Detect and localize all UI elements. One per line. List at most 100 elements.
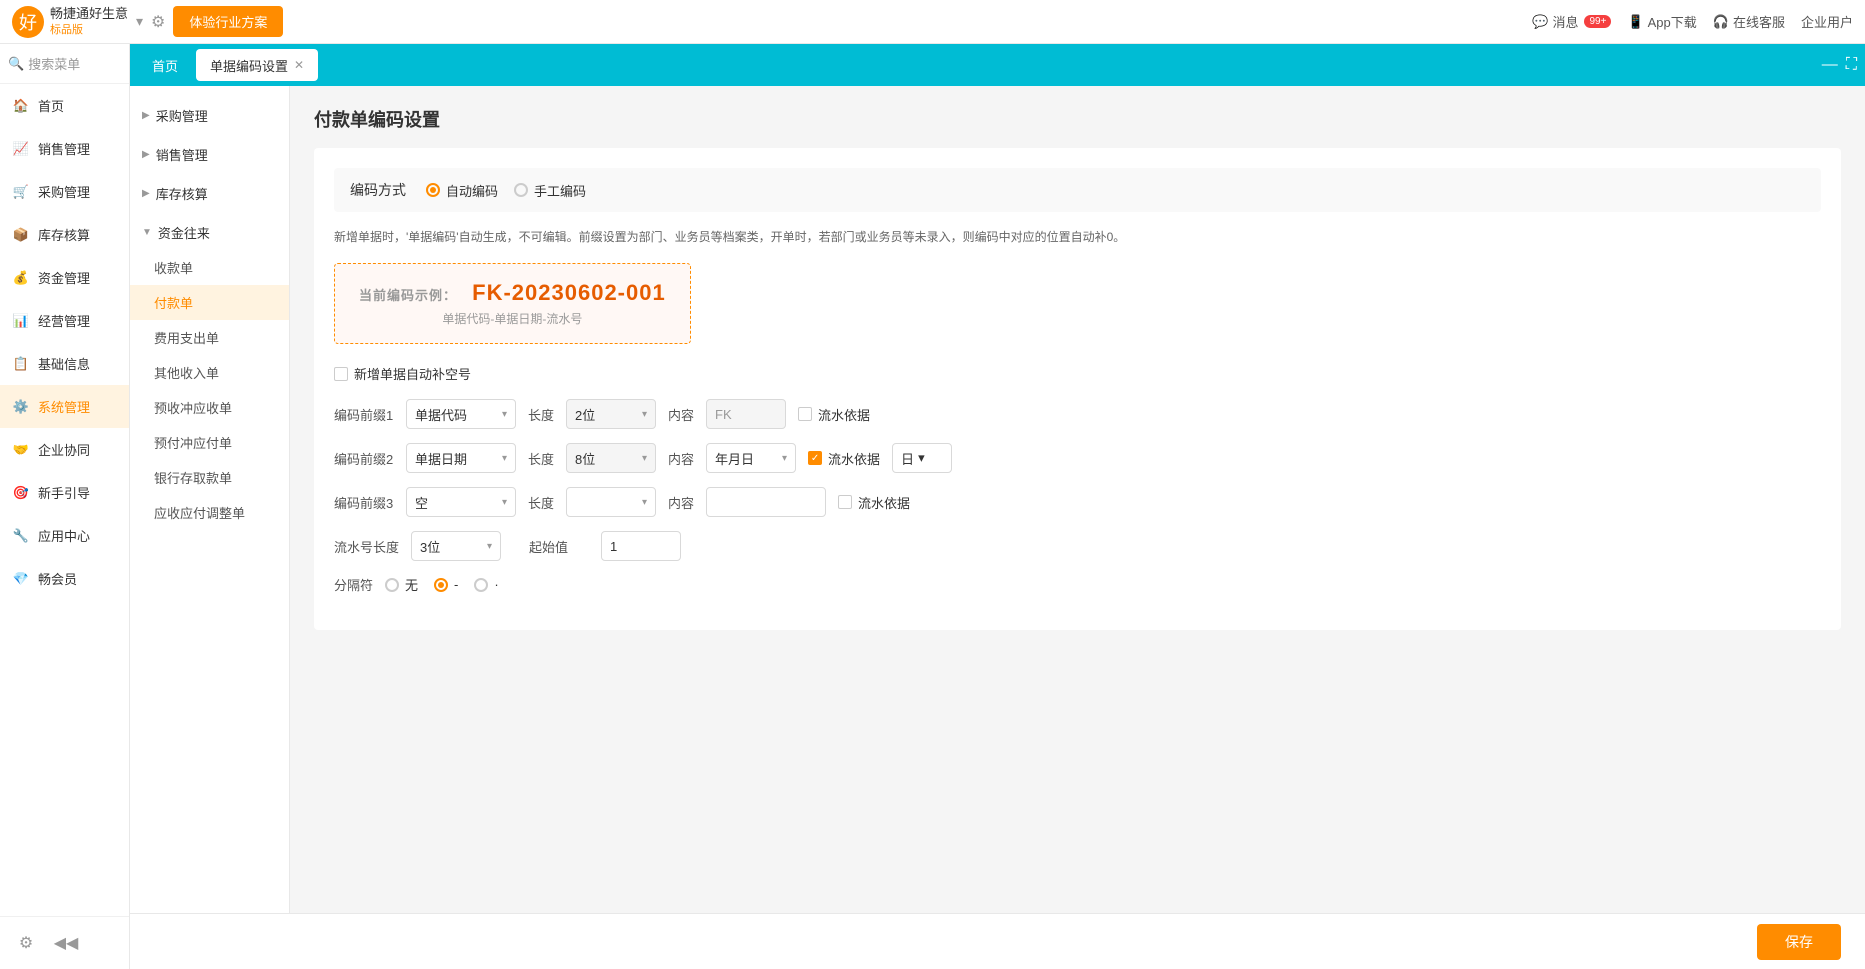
- tab-home-label: 首页: [152, 56, 178, 75]
- serial-length-row: 流水号长度 3位 ▾ 起始值: [334, 531, 1821, 561]
- tab-bar-controls: — ⛶: [1822, 56, 1857, 74]
- sidebar-item-collab[interactable]: 🤝 企业协同: [0, 428, 129, 471]
- serial-checkbox-box-2: ✓: [808, 451, 822, 465]
- sub-group-capital-header[interactable]: ▼ 资金往来: [130, 215, 289, 250]
- msg-item[interactable]: 💬 消息 99+: [1532, 12, 1611, 31]
- serial-checkbox-3[interactable]: 流水依据: [838, 493, 910, 512]
- serial-length-select[interactable]: 3位 ▾: [411, 531, 501, 561]
- sub-menu-other-income[interactable]: 其他收入单: [130, 355, 289, 390]
- sep-dot2-label: ·: [494, 577, 498, 592]
- sep-radio-group: 无 - ·: [385, 575, 499, 594]
- service-item[interactable]: 🎧 在线客服: [1713, 12, 1785, 31]
- sidebar-item-system[interactable]: ⚙️ 系统管理: [0, 385, 129, 428]
- chevron-down-icon[interactable]: ▾: [136, 13, 143, 30]
- sidebar-item-guide[interactable]: 🎯 新手引导: [0, 471, 129, 514]
- sub-group-inventory-header[interactable]: ▶ 库存核算: [130, 176, 289, 211]
- sub-group-sales-header[interactable]: ▶ 销售管理: [130, 137, 289, 172]
- sub-menu-adjust[interactable]: 应收应付调整单: [130, 495, 289, 530]
- code-example-box: 当前编码示例： FK-20230602-001 单据代码-单据日期-流水号: [334, 263, 691, 344]
- serial-label-1: 流水依据: [818, 405, 870, 424]
- app-download[interactable]: 📱 App下载: [1627, 12, 1696, 31]
- content-input-3[interactable]: [706, 487, 826, 517]
- sep-none[interactable]: 无: [385, 575, 418, 594]
- code-example-value: FK-20230602-001: [472, 280, 666, 305]
- chevron-right-icon: ▶: [142, 110, 150, 121]
- sep-dot[interactable]: -: [434, 577, 458, 592]
- prefix-row-1: 编码前缀1 单据代码 ▾ 长度 2位 ▾ 内容: [334, 399, 1821, 429]
- purchase-icon: 🛒: [12, 183, 30, 201]
- sidebar-item-basic[interactable]: 📋 基础信息: [0, 342, 129, 385]
- code-prefix-label: 当前编码示例：: [359, 288, 457, 303]
- chevron-down-icon: ▼: [142, 227, 152, 238]
- sidebar-item-vip[interactable]: 💎 畅会员: [0, 557, 129, 600]
- length-select-3[interactable]: ▾: [566, 487, 656, 517]
- tab-close-icon[interactable]: ✕: [294, 58, 304, 72]
- gear-icon[interactable]: ⚙: [151, 12, 165, 32]
- sidebar-item-inventory[interactable]: 📦 库存核算: [0, 213, 129, 256]
- length-val-1: 2位: [575, 405, 638, 424]
- app-label: App下载: [1648, 12, 1697, 31]
- serial-checkbox-1[interactable]: 流水依据: [798, 405, 870, 424]
- radio-auto[interactable]: 自动编码: [426, 181, 498, 200]
- sidebar-item-label: 企业协同: [38, 440, 90, 459]
- sub-group-label: 采购管理: [156, 106, 208, 125]
- settings-btn[interactable]: ⚙: [10, 927, 42, 959]
- minimize-icon[interactable]: —: [1822, 56, 1838, 74]
- industry-btn[interactable]: 体验行业方案: [173, 6, 283, 37]
- tab-home[interactable]: 首页: [138, 49, 192, 81]
- prefix-select-3[interactable]: 空 ▾: [406, 487, 516, 517]
- user-name[interactable]: 企业用户: [1801, 12, 1853, 31]
- sidebar-item-finance[interactable]: 💰 资金管理: [0, 256, 129, 299]
- sub-menu-pre-pay[interactable]: 预付冲应付单: [130, 425, 289, 460]
- sidebar-item-management[interactable]: 📊 经营管理: [0, 299, 129, 342]
- prefix-row-2: 编码前缀2 单据日期 ▾ 长度 8位 ▾ 内容 年月日: [334, 443, 1821, 473]
- prefix-select-1[interactable]: 单据代码 ▾: [406, 399, 516, 429]
- service-label: 在线客服: [1733, 12, 1785, 31]
- encoding-method-row: 编码方式 自动编码 手工编码: [334, 168, 1821, 212]
- sub-menu-receipt[interactable]: 收款单: [130, 250, 289, 285]
- save-button[interactable]: 保存: [1757, 924, 1841, 960]
- apps-icon: 🔧: [12, 527, 30, 545]
- radio-manual[interactable]: 手工编码: [514, 181, 586, 200]
- collapse-btn[interactable]: ◀◀: [50, 927, 82, 959]
- management-icon: 📊: [12, 312, 30, 330]
- serial-length-val: 3位: [420, 537, 483, 556]
- sub-group-purchase-header[interactable]: ▶ 采购管理: [130, 98, 289, 133]
- day-select-box[interactable]: 日 ▾: [892, 443, 952, 473]
- maximize-icon[interactable]: ⛶: [1846, 56, 1857, 74]
- sidebar-item-apps[interactable]: 🔧 应用中心: [0, 514, 129, 557]
- sidebar-item-home[interactable]: 🏠 首页: [0, 84, 129, 127]
- start-value-input[interactable]: [601, 531, 681, 561]
- sub-menu-bank[interactable]: 银行存取款单: [130, 460, 289, 495]
- serial-checkbox-2[interactable]: ✓ 流水依据: [808, 449, 880, 468]
- bottom-bar: 保存: [130, 913, 1865, 969]
- sub-menu-payment[interactable]: 付款单: [130, 285, 289, 320]
- content-select-2[interactable]: 年月日 ▾: [706, 443, 796, 473]
- content-label-2: 内容: [668, 449, 694, 468]
- sub-menu-expense[interactable]: 费用支出单: [130, 320, 289, 355]
- radio-manual-circle: [514, 183, 528, 197]
- code-example-sub: 单据代码-单据日期-流水号: [359, 310, 666, 327]
- length-label-2: 长度: [528, 449, 554, 468]
- msg-label: 消息: [1552, 12, 1578, 31]
- auto-fill-checkbox[interactable]: 新增单据自动补空号: [334, 364, 471, 383]
- prefix-select-2[interactable]: 单据日期 ▾: [406, 443, 516, 473]
- sub-menu-pre-recv[interactable]: 预收冲应收单: [130, 390, 289, 425]
- radio-auto-circle: [426, 183, 440, 197]
- content-input-1: [706, 399, 786, 429]
- sidebar-item-sales[interactable]: 📈 销售管理: [0, 127, 129, 170]
- search-menu-label: 搜索菜单: [28, 54, 80, 73]
- chevron-down-icon: ▾: [487, 541, 492, 552]
- chevron-down-icon: ▾: [502, 409, 507, 420]
- serial-checkbox-box-1: [798, 407, 812, 421]
- sidebar-item-purchase[interactable]: 🛒 采购管理: [0, 170, 129, 213]
- search-menu-btn[interactable]: 🔍 搜索菜单: [0, 44, 129, 84]
- msg-icon: 💬: [1532, 14, 1548, 30]
- sub-sidebar: ▶ 采购管理 ▶ 销售管理 ▶ 库存核算: [130, 86, 290, 913]
- sep-dot2[interactable]: ·: [474, 577, 498, 592]
- sidebar-item-label: 库存核算: [38, 225, 90, 244]
- basic-icon: 📋: [12, 355, 30, 373]
- main-content: 付款单编码设置 编码方式 自动编码 手工编码: [290, 86, 1865, 913]
- tab-encoding[interactable]: 单据编码设置 ✕: [196, 49, 318, 81]
- logo-icon: 好: [12, 6, 44, 38]
